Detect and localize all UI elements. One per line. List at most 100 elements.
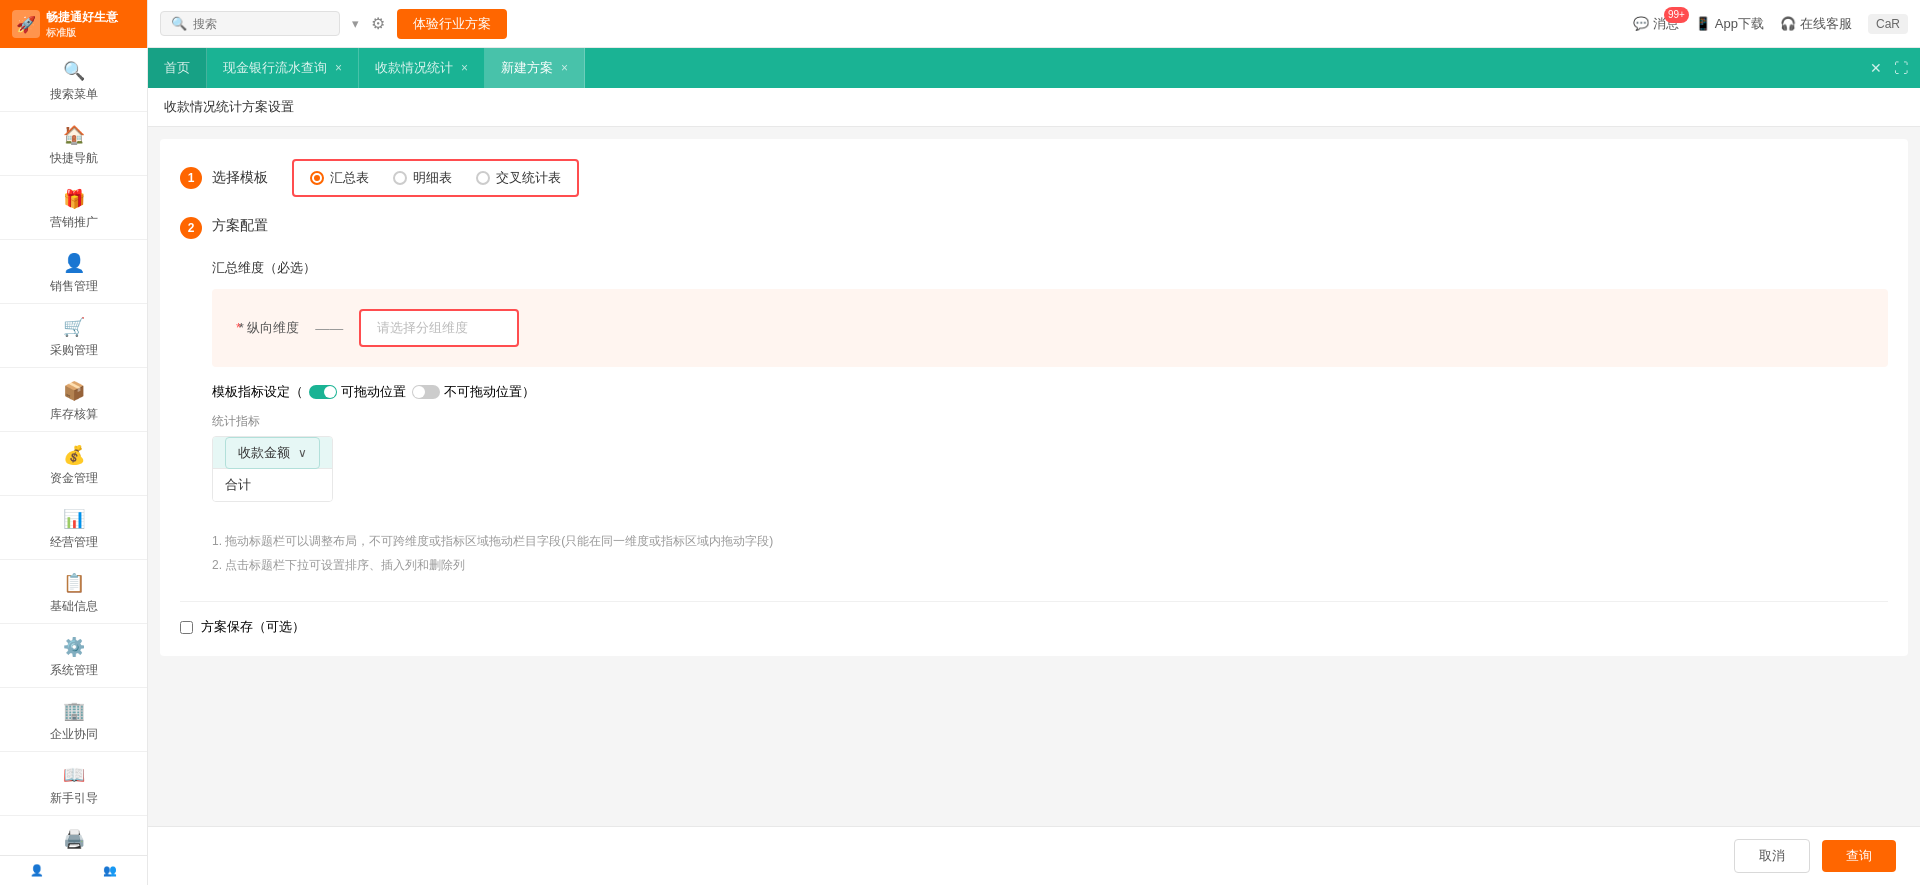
save-checkbox[interactable] [180,621,193,634]
metrics-table: 收款金额 ∨ 合计 [212,436,333,502]
dropdown-arrow-icon[interactable]: ▾ [352,16,359,31]
topbar: 🔍 ▾ ⚙ 体验行业方案 💬 消息 99+ 📱 App下载 🎧 在线客服 CaR [148,0,1920,48]
metric-tag[interactable]: 收款金额 ∨ [225,437,320,469]
content-area: 收款情况统计方案设置 1 选择模板 汇总表 明细表 [148,88,1920,885]
user-name[interactable]: CaR [1868,14,1908,34]
tab-cash-flow-close-icon[interactable]: × [335,61,342,75]
app-download-link[interactable]: 📱 App下载 [1695,15,1764,33]
step2-label: 方案配置 [212,217,268,235]
dimension-select-placeholder: 请选择分组维度 [377,320,468,335]
tab-cash-flow[interactable]: 现金银行流水查询 × [207,48,359,88]
radio-summary-circle [310,171,324,185]
sidebar-item-quick-nav[interactable]: 🏠 快捷导航 [0,112,147,176]
tab-home-label: 首页 [164,59,190,77]
save-option-label[interactable]: 方案保存（可选） [201,618,305,636]
metrics-section: 模板指标设定（ 可拖动位置 不可拖动位置） [212,383,1888,505]
app-download-label: App下载 [1715,15,1764,33]
step1-label: 选择模板 [212,169,268,187]
message-icon: 💬 [1633,16,1649,31]
online-service-link[interactable]: 🎧 在线客服 [1780,15,1852,33]
radio-cross-label: 交叉统计表 [496,169,561,187]
dim-arrow-icon: —— [315,320,343,336]
subtotal-cell: 合计 [213,469,332,501]
metrics-section-label: 统计指标 [212,413,333,430]
sidebar-item-operation[interactable]: 📊 经营管理 [0,496,147,560]
sidebar: 🚀 畅捷通好生意 标准版 🔍 搜索菜单 🏠 快捷导航 🎁 营销推广 👤 销售管理… [0,0,148,885]
app-icon: 📱 [1695,16,1711,31]
sales-icon: 👤 [63,252,85,274]
radio-cross[interactable]: 交叉统计表 [476,169,561,187]
sidebar-label-system: 系统管理 [50,662,98,679]
quick-nav-icon: 🏠 [63,124,85,146]
sidebar-item-enterprise[interactable]: 🏢 企业协同 [0,688,147,752]
sidebar-item-system[interactable]: ⚙️ 系统管理 [0,624,147,688]
template-options-box: 汇总表 明细表 交叉统计表 [292,159,579,197]
tips-section: 1. 拖动标题栏可以调整布局，不可跨维度或指标区域拖动栏目字段(只能在同一维度或… [212,529,1888,577]
sidebar-item-sales[interactable]: 👤 销售管理 [0,240,147,304]
logo-icon: 🚀 [12,10,40,38]
badge-count: 99+ [1664,7,1689,23]
close-window-icon[interactable]: ✕ [1866,58,1886,78]
tab-new-plan[interactable]: 新建方案 × [485,48,585,88]
sidebar-item-marketing[interactable]: 🎁 营销推广 [0,176,147,240]
search-box[interactable]: 🔍 [160,11,340,36]
logo-title: 畅捷通好生意 [46,9,118,26]
radio-summary[interactable]: 汇总表 [310,169,369,187]
dimension-select[interactable]: 请选择分组维度 [359,309,519,347]
non-draggable-hint-label: 不可拖动位置） [444,383,535,401]
settings-gear-icon[interactable]: ⚙ [371,14,385,33]
page-title: 收款情况统计方案设置 [164,99,294,114]
industry-btn[interactable]: 体验行业方案 [397,9,507,39]
finance-icon: 💰 [63,444,85,466]
operation-icon: 📊 [63,508,85,530]
step2-row: 2 方案配置 [180,217,1888,239]
sidebar-footer-btn1[interactable]: 👤 [30,864,44,877]
inventory-icon: 📦 [63,380,85,402]
sidebar-label-newbie: 新手引导 [50,790,98,807]
metric-dropdown-icon[interactable]: ∨ [298,446,307,460]
footer-icon2: 👥 [103,864,117,877]
radio-detail[interactable]: 明细表 [393,169,452,187]
step2-content: 汇总维度（必选） * * 纵向维度 —— 请选择分组维度 [180,259,1888,577]
enterprise-icon: 🏢 [63,700,85,722]
tab-receipt-stats-close-icon[interactable]: × [461,61,468,75]
maximize-window-icon[interactable]: ⛶ [1890,58,1912,78]
sidebar-item-smart-hw[interactable]: 🖨️ 智能硬件 [0,816,147,855]
headset-icon: 🎧 [1780,16,1796,31]
tab-home[interactable]: 首页 [148,48,207,88]
sidebar-item-search-menu[interactable]: 🔍 搜索菜单 [0,48,147,112]
tip2-text: 2. 点击标题栏下拉可设置排序、插入列和删除列 [212,553,1888,577]
cancel-button[interactable]: 取消 [1734,839,1810,873]
step2-num: 2 [180,217,202,239]
message-badge[interactable]: 💬 消息 99+ [1633,15,1679,33]
purchase-icon: 🛒 [63,316,85,338]
sidebar-item-newbie[interactable]: 📖 新手引导 [0,752,147,816]
tabbar-actions: ✕ ⛶ [1866,58,1920,78]
query-button[interactable]: 查询 [1822,840,1896,872]
search-icon: 🔍 [171,16,187,31]
tip1-text: 1. 拖动标题栏可以调整布局，不可跨维度或指标区域拖动栏目字段(只能在同一维度或… [212,529,1888,553]
sidebar-footer-btn2[interactable]: 👥 [103,864,117,877]
tab-cash-flow-label: 现金银行流水查询 [223,59,327,77]
sidebar-label-basic: 基础信息 [50,598,98,615]
footer-icon1: 👤 [30,864,44,877]
radio-group-template: 汇总表 明细表 交叉统计表 [310,169,561,187]
save-option-row: 方案保存（可选） [180,601,1888,636]
sidebar-item-finance[interactable]: 💰 资金管理 [0,432,147,496]
search-input[interactable] [193,17,313,31]
sidebar-label-sales: 销售管理 [50,278,98,295]
dimension-area: * * 纵向维度 —— 请选择分组维度 [212,289,1888,367]
tabbar: 首页 现金银行流水查询 × 收款情况统计 × 新建方案 × ✕ ⛶ [148,48,1920,88]
marketing-icon: 🎁 [63,188,85,210]
tab-receipt-stats[interactable]: 收款情况统计 × [359,48,485,88]
sidebar-item-basic-info[interactable]: 📋 基础信息 [0,560,147,624]
tab-new-plan-close-icon[interactable]: × [561,61,568,75]
metrics-hint-row: 模板指标设定（ 可拖动位置 不可拖动位置） [212,383,1888,401]
non-draggable-indicator: 不可拖动位置） [412,383,535,401]
metrics-layout: 统计指标 收款金额 ∨ 合计 [212,413,1888,505]
sidebar-item-inventory[interactable]: 📦 库存核算 [0,368,147,432]
sidebar-footer: 👤 👥 [0,855,147,885]
sidebar-label-inventory: 库存核算 [50,406,98,423]
radio-cross-circle [476,171,490,185]
sidebar-item-purchase[interactable]: 🛒 采购管理 [0,304,147,368]
